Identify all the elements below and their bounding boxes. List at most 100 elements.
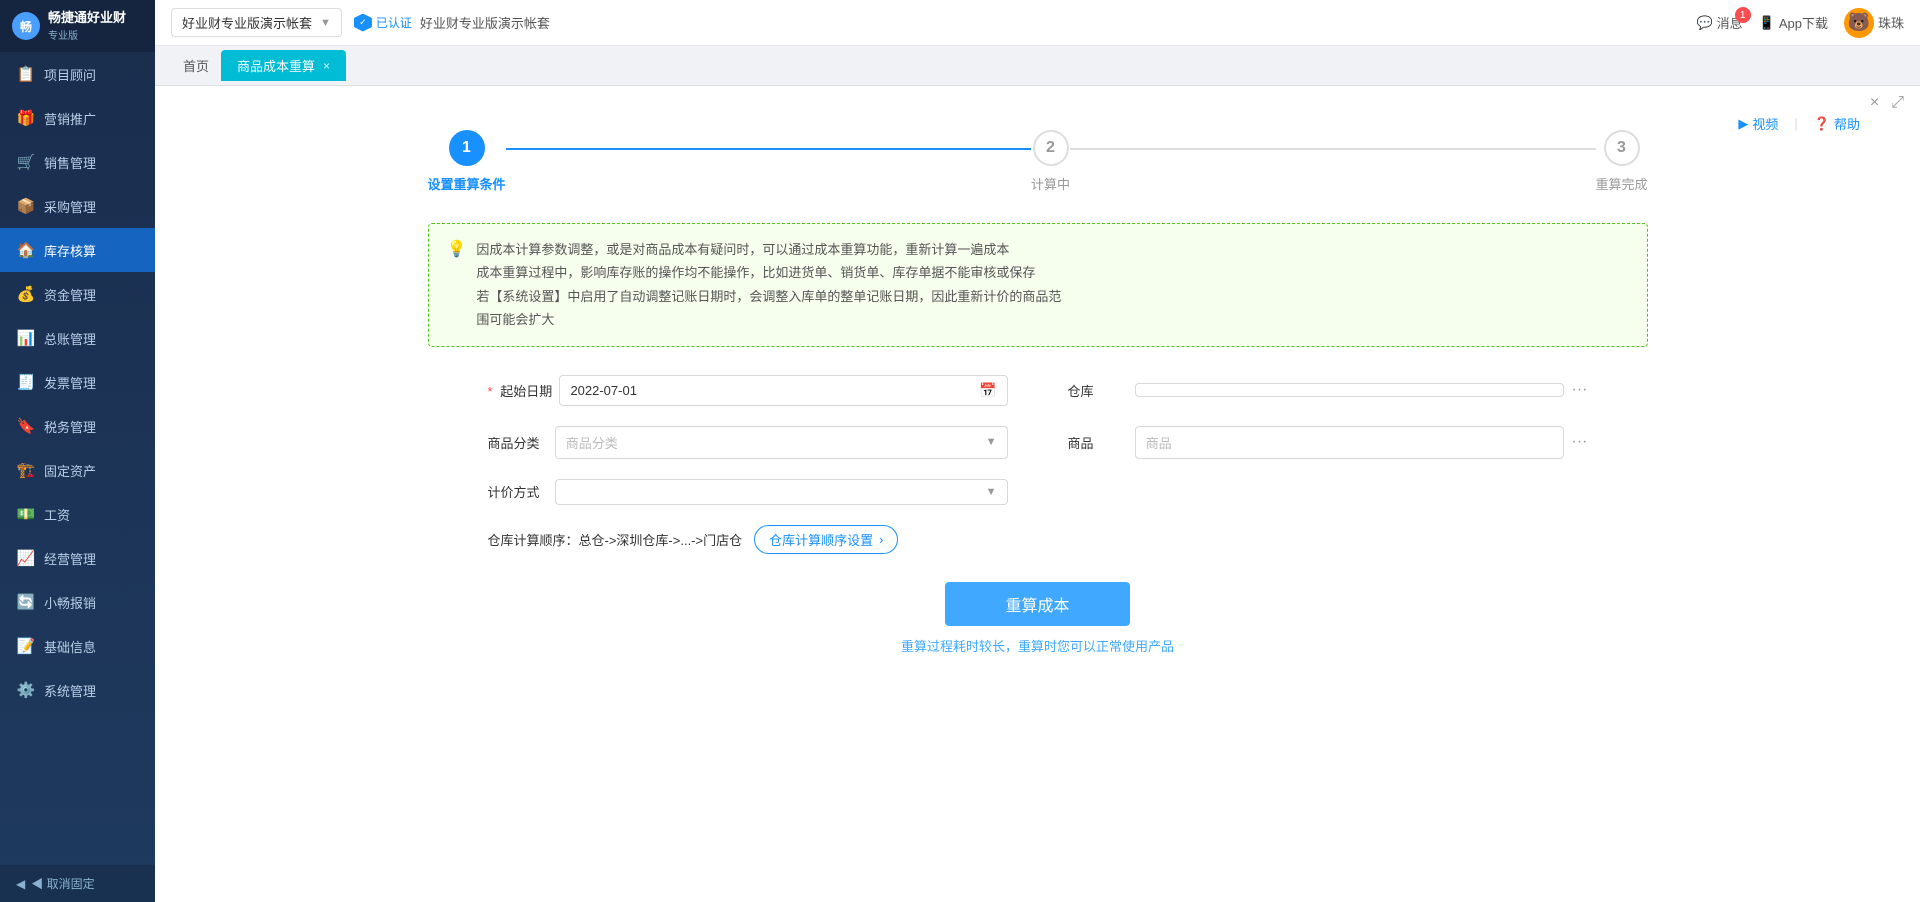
sidebar-item-expense[interactable]: 🔄 小畅报销 <box>0 580 155 624</box>
step-3-circle: 3 <box>1604 130 1640 166</box>
salary-icon: 💵 <box>16 504 36 524</box>
user-avatar: 🐻 <box>1844 8 1874 38</box>
app-download-action[interactable]: 📱 App下载 <box>1759 13 1828 32</box>
user-menu[interactable]: 🐻 珠珠 <box>1844 8 1904 38</box>
finance-icon: 💰 <box>16 284 36 304</box>
chevron-right-icon: › <box>879 532 883 547</box>
start-date-field: * 起始日期 2022-07-01 📅 <box>488 375 1008 406</box>
topbar-right: 💬 消息 1 📱 App下载 🐻 珠珠 <box>1696 8 1904 38</box>
recalc-section: 重算成本 重算过程耗时较长，重算时您可以正常使用产品 <box>488 582 1588 655</box>
sidebar-item-label-purchase: 采购管理 <box>44 197 96 216</box>
inventory-icon: 🏠 <box>16 240 36 260</box>
system-icon: ⚙️ <box>16 680 36 700</box>
sidebar-item-marketing[interactable]: 🎁 营销推广 <box>0 96 155 140</box>
purchase-icon: 📦 <box>16 196 36 216</box>
tax-icon: 🔖 <box>16 416 36 436</box>
sidebar-item-label-system: 系统管理 <box>44 681 96 700</box>
sidebar-item-salary[interactable]: 💵 工资 <box>0 492 155 536</box>
info-text: 因成本计算参数调整，或是对商品成本有疑问时，可以通过成本重算功能，重新计算一遍成… <box>476 238 1061 332</box>
sidebar-item-label-invoice: 发票管理 <box>44 373 96 392</box>
topbar: 好业财专业版演示帐套 ▼ ✓ 已认证 好业财专业版演示帐套 💬 消息 1 📱 A… <box>155 0 1920 46</box>
sidebar-item-label-operation: 经营管理 <box>44 549 96 568</box>
sidebar-item-operation[interactable]: 📈 经营管理 <box>0 536 155 580</box>
sidebar-item-label-tax: 税务管理 <box>44 417 96 436</box>
sidebar-item-label-accounting: 总账管理 <box>44 329 96 348</box>
goods-more-icon[interactable]: ··· <box>1572 433 1588 451</box>
close-window-icon[interactable]: × <box>1870 94 1879 112</box>
sidebar-item-label-expense: 小畅报销 <box>44 593 96 612</box>
step-line-2-3 <box>1070 148 1595 150</box>
step-line-1-2 <box>506 148 1031 150</box>
price-method-field: 计价方式 ▼ <box>488 479 1008 505</box>
sidebar-item-accounting[interactable]: 📊 总账管理 <box>0 316 155 360</box>
info-icon: 💡 <box>447 239 467 259</box>
topbar-left: 好业财专业版演示帐套 ▼ ✓ 已认证 好业财专业版演示帐套 <box>171 8 1696 37</box>
start-date-input[interactable]: 2022-07-01 📅 <box>559 375 1007 406</box>
warehouse-more-icon[interactable]: ··· <box>1572 381 1588 399</box>
step-1-label: 设置重算条件 <box>428 174 506 193</box>
step-2: 2 计算中 <box>1031 130 1070 193</box>
warehouse-input[interactable] <box>1135 383 1564 397</box>
sidebar-item-sales[interactable]: 🛒 销售管理 <box>0 140 155 184</box>
price-method-input[interactable]: ▼ <box>555 479 1008 505</box>
calendar-icon: 📅 <box>979 382 996 399</box>
step-3-label: 重算完成 <box>1596 174 1648 193</box>
category-input[interactable]: 商品分类 ▼ <box>555 426 1008 459</box>
account-selector[interactable]: 好业财专业版演示帐套 ▼ <box>171 8 342 37</box>
sidebar-menu: 📋 项目顾问 🎁 营销推广 🛒 销售管理 📦 采购管理 🏠 库存核算 💰 资金管… <box>0 52 155 865</box>
goods-input[interactable]: 商品 <box>1135 426 1564 459</box>
help-link[interactable]: ❓ 帮助 <box>1814 114 1860 133</box>
warehouse-field: 仓库 ··· <box>1068 381 1588 400</box>
step-2-circle: 2 <box>1033 130 1069 166</box>
step-3: 3 重算完成 <box>1596 130 1648 193</box>
sidebar-item-system[interactable]: ⚙️ 系统管理 <box>0 668 155 712</box>
sidebar-item-assets[interactable]: 🏗️ 固定资产 <box>0 448 155 492</box>
sidebar-item-project[interactable]: 📋 项目顾问 <box>0 52 155 96</box>
unpin-icon: ◀ <box>16 877 25 891</box>
expand-window-icon[interactable]: ⤢ <box>1891 94 1904 112</box>
info-box: 💡 因成本计算参数调整，或是对商品成本有疑问时，可以通过成本重算功能，重新计算一… <box>428 223 1648 347</box>
step-1: 1 设置重算条件 <box>428 130 506 193</box>
top-links: ▶ 视频 | ❓ 帮助 <box>1738 114 1860 133</box>
verified-badge: ✓ 已认证 <box>354 14 412 32</box>
category-field: 商品分类 商品分类 ▼ <box>488 426 1008 459</box>
shield-icon: ✓ <box>354 14 372 32</box>
sidebar-unpin[interactable]: ◀ ◀ 取消固定 <box>0 865 155 902</box>
sidebar-item-invoice[interactable]: 🧾 发票管理 <box>0 360 155 404</box>
sidebar-item-purchase[interactable]: 📦 采购管理 <box>0 184 155 228</box>
tab-home[interactable]: 首页 <box>171 50 221 81</box>
price-method-arrow-icon: ▼ <box>986 486 997 498</box>
tab-cost-recalc[interactable]: 商品成本重算 × <box>221 50 346 81</box>
sidebar-item-label-inventory: 库存核算 <box>44 241 96 260</box>
main-area: 好业财专业版演示帐套 ▼ ✓ 已认证 好业财专业版演示帐套 💬 消息 1 📱 A… <box>155 0 1920 902</box>
form-row-2: 商品分类 商品分类 ▼ 商品 商品 ··· <box>488 426 1588 459</box>
tab-close-button[interactable]: × <box>323 59 330 73</box>
content-area: × ⤢ ▶ 视频 | ❓ 帮助 1 设置重算条件 <box>155 86 1920 902</box>
sidebar-item-finance[interactable]: 💰 资金管理 <box>0 272 155 316</box>
mobile-icon: 📱 <box>1759 15 1775 31</box>
accounting-icon: 📊 <box>16 328 36 348</box>
app-logo-icon: 畅 <box>12 12 40 40</box>
warehouse-order-btn[interactable]: 仓库计算顺序设置 › <box>754 525 898 554</box>
sidebar-item-label-salary: 工资 <box>44 505 70 524</box>
sidebar-item-label-assets: 固定资产 <box>44 461 96 480</box>
step-2-label: 计算中 <box>1031 174 1070 193</box>
basic-icon: 📝 <box>16 636 36 656</box>
project-icon: 📋 <box>16 64 36 84</box>
sidebar-item-label-project: 项目顾问 <box>44 65 96 84</box>
steps-container: 1 设置重算条件 2 计算中 3 重算完成 <box>428 130 1648 193</box>
expense-icon: 🔄 <box>16 592 36 612</box>
sidebar-item-inventory[interactable]: 🏠 库存核算 <box>0 228 155 272</box>
video-link[interactable]: ▶ 视频 <box>1738 114 1778 133</box>
sidebar-item-tax[interactable]: 🔖 税务管理 <box>0 404 155 448</box>
message-action[interactable]: 💬 消息 1 <box>1696 13 1742 32</box>
sidebar-item-basic[interactable]: 📝 基础信息 <box>0 624 155 668</box>
sales-icon: 🛒 <box>16 152 36 172</box>
step-1-circle: 1 <box>449 130 485 166</box>
play-icon: ▶ <box>1738 116 1748 132</box>
sidebar-item-label-sales: 销售管理 <box>44 153 96 172</box>
recalc-button[interactable]: 重算成本 <box>945 582 1129 626</box>
content-inner: × ⤢ ▶ 视频 | ❓ 帮助 1 设置重算条件 <box>388 86 1688 679</box>
form-row-3: 计价方式 ▼ <box>488 479 1588 505</box>
operation-icon: 📈 <box>16 548 36 568</box>
